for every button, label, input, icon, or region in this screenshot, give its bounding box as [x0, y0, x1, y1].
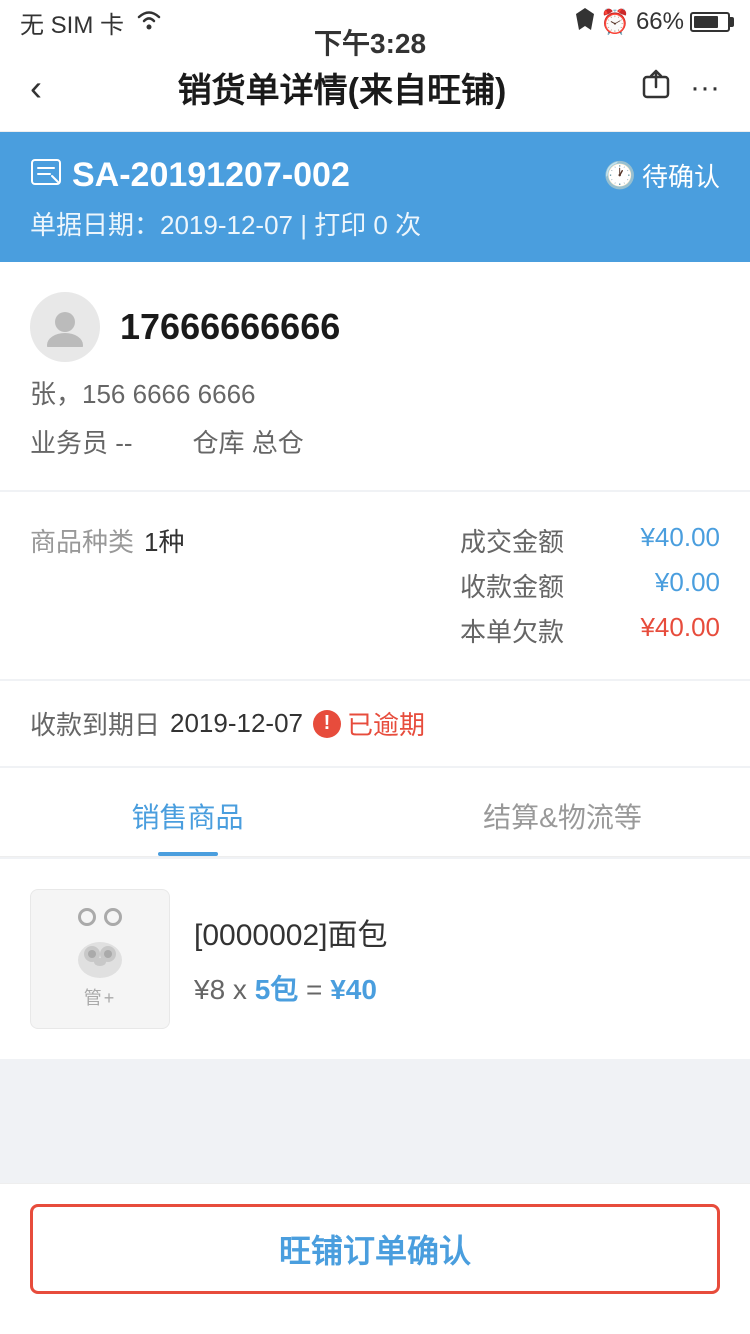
avatar [30, 292, 100, 362]
owl-body-svg [70, 930, 130, 980]
collected-value: ¥0.00 [655, 567, 720, 604]
price-equals: = [298, 974, 330, 1005]
product-image: 管+ [30, 889, 170, 1029]
product-section: 管+ [0000002]面包 ¥8 x 5包 = ¥40 [0, 859, 750, 1059]
due-label: 收款到期日 [30, 705, 160, 742]
transaction-value: ¥40.00 [640, 522, 720, 559]
confirm-button-label: 旺铺订单确认 [279, 1226, 471, 1272]
overdue-badge: ! 已逾期 [313, 705, 425, 742]
product-count-value: 1种 [144, 522, 184, 559]
due-date-value: 2019-12-07 [170, 708, 303, 739]
overdue-icon: ! [313, 710, 341, 738]
owl-logo: 管+ [70, 908, 130, 1010]
product-types-label: 商品种类 [30, 522, 134, 559]
order-banner: SA-20191207-002 🕐 待确认 单据日期：2019-12-07 | … [0, 132, 750, 262]
page-title: 销货单详情(来自旺铺) [178, 63, 507, 112]
status-bar: 无 SIM 卡 下午3:28 ⏰ 66% [0, 0, 750, 44]
status-right: ⏰ 66% [576, 8, 730, 37]
nav-right: ··· [642, 69, 720, 107]
overdue-text: 已逾期 [347, 705, 425, 742]
tab-underline [158, 852, 218, 856]
order-status: 🕐 待确认 [604, 157, 720, 194]
wifi-icon [134, 8, 164, 37]
order-icon [30, 156, 62, 195]
warehouse-meta: 仓库 总仓 [193, 423, 304, 460]
customer-name: 17666666666 [120, 306, 340, 348]
owl-eye-right [104, 908, 122, 926]
due-section: 收款到期日 2019-12-07 ! 已逾期 [0, 681, 750, 766]
product-item: 管+ [0000002]面包 ¥8 x 5包 = ¥40 [30, 889, 720, 1029]
transaction-label: 成交金额 [460, 522, 564, 559]
summary-section: 商品种类 1种 成交金额 ¥40.00 收款金额 ¥0.00 本单欠款 ¥40.… [0, 492, 750, 679]
product-price-row: ¥8 x 5包 = ¥40 [194, 968, 720, 1008]
order-date: 单据日期：2019-12-07 | 打印 0 次 [30, 205, 720, 242]
customer-meta: 业务员 -- 仓库 总仓 [30, 423, 720, 460]
carrier-label: 无 SIM 卡 [20, 5, 124, 40]
price-quantity: 5包 [255, 974, 299, 1005]
owl-text: 管+ [84, 984, 117, 1010]
summary-row: 商品种类 1种 成交金额 ¥40.00 收款金额 ¥0.00 本单欠款 ¥40.… [30, 522, 720, 649]
clock-icon: 🕐 [604, 160, 636, 191]
product-name: [0000002]面包 [194, 910, 720, 954]
back-button[interactable]: ‹ [30, 67, 42, 109]
customer-row: 17666666666 [30, 292, 720, 362]
tab-settlement[interactable]: 结算&物流等 [375, 768, 750, 856]
status-left: 无 SIM 卡 [20, 5, 164, 40]
owed-value: ¥40.00 [640, 612, 720, 649]
product-info: [0000002]面包 ¥8 x 5包 = ¥40 [194, 910, 720, 1008]
owl-eye-left [78, 908, 96, 926]
owed-row: 本单欠款 ¥40.00 [460, 612, 720, 649]
salesperson-meta: 业务员 -- [30, 423, 133, 460]
more-icon[interactable]: ··· [690, 71, 720, 105]
status-text: 待确认 [642, 157, 720, 194]
tabs-section: 销售商品 结算&物流等 [0, 768, 750, 857]
bottom-bar: 旺铺订单确认 [0, 1183, 750, 1334]
amounts-right: 成交金额 ¥40.00 收款金额 ¥0.00 本单欠款 ¥40.00 [460, 522, 720, 649]
confirm-order-button[interactable]: 旺铺订单确认 [30, 1204, 720, 1294]
transaction-row: 成交金额 ¥40.00 [460, 522, 720, 559]
owl-eyes [78, 908, 122, 926]
battery-label: 66% [636, 8, 684, 36]
price-total: ¥40 [330, 974, 377, 1005]
tabs-row: 销售商品 结算&物流等 [0, 768, 750, 857]
order-id-text: SA-20191207-002 [72, 156, 350, 195]
owed-label: 本单欠款 [460, 612, 564, 649]
price-base: ¥8 x [194, 974, 255, 1005]
collected-label: 收款金额 [460, 567, 564, 604]
alarm-icon: ⏰ [600, 8, 630, 37]
status-time: 下午3:28 [314, 22, 426, 62]
collected-row: 收款金额 ¥0.00 [460, 567, 720, 604]
customer-sub: 张，156 6666 6666 [30, 374, 720, 411]
customer-section: 17666666666 张，156 6666 6666 业务员 -- 仓库 总仓 [0, 262, 750, 490]
tab-sales-label: 销售商品 [131, 802, 243, 833]
product-types-left: 商品种类 1种 [30, 522, 184, 559]
battery-icon [690, 12, 730, 32]
location-icon [576, 8, 594, 37]
order-id: SA-20191207-002 [30, 156, 350, 195]
order-id-row: SA-20191207-002 🕐 待确认 [30, 156, 720, 195]
share-icon[interactable] [642, 69, 670, 107]
tab-sales-goods[interactable]: 销售商品 [0, 768, 375, 856]
tab-settlement-label: 结算&物流等 [483, 802, 642, 833]
